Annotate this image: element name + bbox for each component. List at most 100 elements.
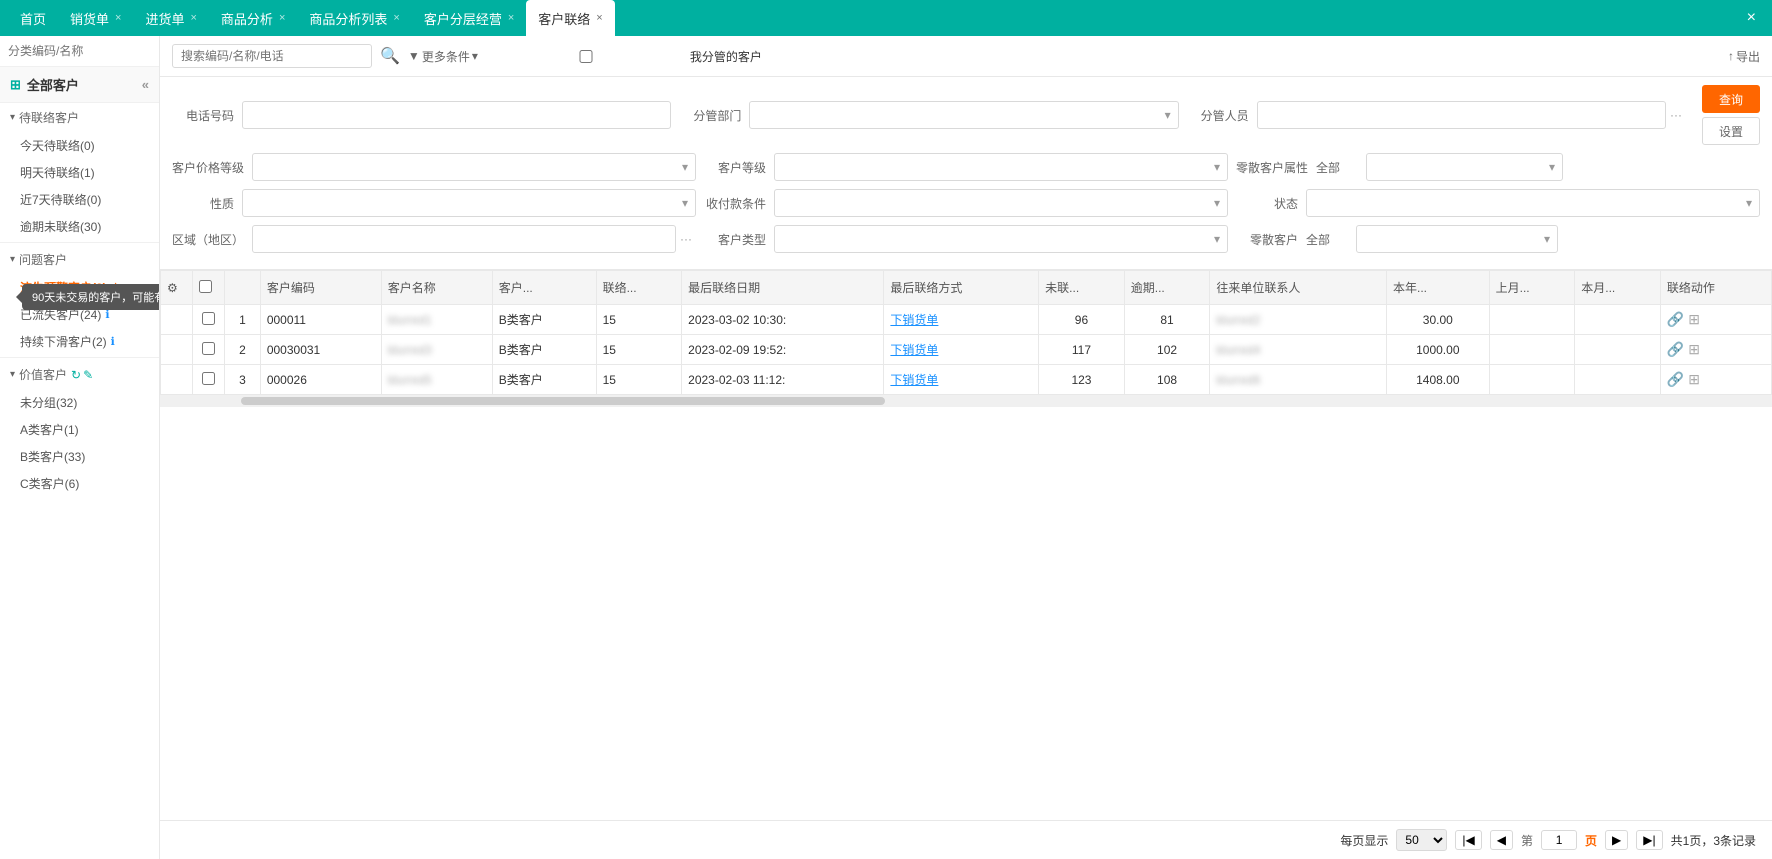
close-sales-tab[interactable]: × — [115, 12, 121, 24]
settings-col-header[interactable]: ⚙ — [161, 271, 193, 305]
this-month-col-header[interactable]: 本月... — [1575, 271, 1661, 305]
nature-select[interactable] — [242, 189, 696, 217]
search-button[interactable]: 🔍 — [380, 46, 400, 66]
person-dots[interactable]: ··· — [1666, 108, 1686, 122]
my-customers-checkbox-label[interactable]: 我分管的客户 — [486, 48, 762, 65]
contact-col-header[interactable]: 联络... — [596, 271, 682, 305]
last-contact-date-col-header[interactable]: 最后联络日期 — [682, 271, 884, 305]
settings-button[interactable]: 设置 — [1702, 117, 1760, 145]
this-year-col-header[interactable]: 本年... — [1386, 271, 1489, 305]
checkbox-col-header[interactable] — [193, 271, 225, 305]
row-checkbox-0[interactable] — [193, 305, 225, 335]
first-page-button[interactable]: |◀ — [1455, 830, 1481, 850]
sidebar-item-churn-risk[interactable]: 流失预警客户(3) ⚠ — [0, 274, 159, 301]
sidebar-item-a-class[interactable]: A类客户(1) — [0, 416, 159, 443]
sidebar-item-tomorrow[interactable]: 明天待联络(1) — [0, 159, 159, 186]
close-purchase-tab[interactable]: × — [190, 12, 196, 24]
row-last-way-1[interactable]: 下销货单 — [884, 335, 1039, 365]
sidebar-group-pending[interactable]: ▾ 待联络客户 — [0, 103, 159, 132]
level-select[interactable] — [774, 153, 1228, 181]
row-checkbox-1[interactable] — [193, 335, 225, 365]
last-month-col-header[interactable]: 上月... — [1489, 271, 1575, 305]
tab-customer-link[interactable]: 客户联络 × — [526, 0, 614, 36]
close-all-tabs[interactable]: × — [1739, 9, 1764, 27]
person-input[interactable] — [1257, 101, 1666, 129]
sidebar-search-input[interactable] — [8, 44, 160, 58]
row-last-way-0[interactable]: 下销货单 — [884, 305, 1039, 335]
last-contact-way-col-header[interactable]: 最后联络方式 — [884, 271, 1039, 305]
action-grid-icon-0[interactable]: ⊞ — [1688, 311, 1700, 328]
tab-purchase[interactable]: 进货单 × — [133, 0, 208, 36]
my-customers-checkbox[interactable] — [486, 50, 686, 63]
sidebar: 🔍 ⊞ 全部客户 « ▾ 待联络客户 今天待联络(0) 明天待联络(1) 近7天… — [0, 36, 160, 859]
type-col-header[interactable]: 客户... — [492, 271, 596, 305]
sidebar-item-week[interactable]: 近7天待联络(0) — [0, 186, 159, 213]
row-checkbox-input-2[interactable] — [202, 372, 215, 385]
close-analysis-list-tab[interactable]: × — [393, 12, 399, 24]
uncontacted-col-header[interactable]: 未联... — [1039, 271, 1125, 305]
row-last-way-2[interactable]: 下销货单 — [884, 365, 1039, 395]
tab-analysis[interactable]: 商品分析 × — [209, 0, 297, 36]
region-dots[interactable]: ··· — [676, 232, 696, 246]
sidebar-item-today[interactable]: 今天待联络(0) — [0, 132, 159, 159]
level-select-wrap — [774, 153, 1228, 181]
edit-icon[interactable]: ✎ — [83, 368, 93, 382]
unit-contact-col-header[interactable]: 往来单位联系人 — [1210, 271, 1387, 305]
more-conditions-button[interactable]: ▼ 更多条件 ▾ — [408, 48, 478, 65]
code-col-header[interactable]: 客户编码 — [260, 271, 381, 305]
prev-page-button[interactable]: ◀ — [1490, 830, 1513, 850]
sidebar-item-declining[interactable]: 持续下滑客户(2) ℹ — [0, 328, 159, 355]
zero-attr-label: 零散客户属性 — [1236, 159, 1316, 176]
status-label: 状态 — [1236, 195, 1306, 212]
close-customer-segment-tab[interactable]: × — [508, 12, 514, 24]
action-grid-icon-2[interactable]: ⊞ — [1688, 371, 1700, 388]
select-all-checkbox[interactable] — [199, 280, 212, 293]
action-link-icon-1[interactable]: 🔗 — [1667, 341, 1684, 358]
overdue-col-header[interactable]: 逾期... — [1124, 271, 1210, 305]
refresh-icon[interactable]: ↻ — [71, 368, 81, 382]
close-analysis-tab[interactable]: × — [279, 12, 285, 24]
row-checkbox-2[interactable] — [193, 365, 225, 395]
zero-attr-select[interactable] — [1366, 153, 1563, 181]
page-number-input[interactable] — [1541, 830, 1577, 850]
dept-select[interactable] — [749, 101, 1178, 129]
tab-customer-segment[interactable]: 客户分层经营 × — [412, 0, 526, 36]
export-button[interactable]: ↑ 导出 — [1728, 48, 1760, 65]
status-select[interactable] — [1306, 189, 1760, 217]
tab-analysis-list[interactable]: 商品分析列表 × — [297, 0, 411, 36]
row-checkbox-input-1[interactable] — [202, 342, 215, 355]
region-input[interactable] — [252, 225, 676, 253]
action-link-icon-0[interactable]: 🔗 — [1667, 311, 1684, 328]
sidebar-item-overdue-pending[interactable]: 逾期未联络(30) — [0, 213, 159, 240]
sidebar-item-churned[interactable]: 已流失客户(24) ℹ — [0, 301, 159, 328]
collapse-icon[interactable]: « — [142, 77, 149, 92]
table-horizontal-scrollbar[interactable] — [160, 395, 1772, 407]
sidebar-item-b-class[interactable]: B类客户(33) — [0, 443, 159, 470]
zero-customer-select[interactable] — [1356, 225, 1558, 253]
filter-status: 状态 — [1236, 189, 1760, 217]
per-page-select[interactable]: 50 20 100 200 — [1396, 829, 1447, 851]
row-code-2: 000026 — [260, 365, 381, 395]
scrollbar-thumb[interactable] — [241, 397, 886, 405]
tab-sales[interactable]: 销货单 × — [58, 0, 133, 36]
next-page-button[interactable]: ▶ — [1605, 830, 1628, 850]
action-grid-icon-1[interactable]: ⊞ — [1688, 341, 1700, 358]
last-page-button[interactable]: ▶| — [1636, 830, 1662, 850]
sidebar-item-c-class[interactable]: C类客户(6) — [0, 470, 159, 497]
search-input[interactable] — [172, 44, 372, 68]
price-level-select[interactable] — [252, 153, 696, 181]
sidebar-group-problem[interactable]: ▾ 问题客户 — [0, 245, 159, 274]
query-button[interactable]: 查询 — [1702, 85, 1760, 113]
action-link-icon-2[interactable]: 🔗 — [1667, 371, 1684, 388]
tab-home[interactable]: 首页 — [8, 0, 58, 36]
sidebar-item-ungroup[interactable]: 未分组(32) — [0, 389, 159, 416]
sidebar-all-customers[interactable]: ⊞ 全部客户 « — [0, 67, 159, 103]
data-table: ⚙ 客户编码 客户名称 客户... 联络... 最后联络日期 最后联络方式 未联… — [160, 270, 1772, 395]
customer-type-select[interactable] — [774, 225, 1228, 253]
payment-select[interactable] — [774, 189, 1228, 217]
phone-input[interactable] — [242, 101, 671, 129]
sidebar-group-value[interactable]: ▾ 价值客户 ↻ ✎ — [0, 360, 159, 389]
name-col-header[interactable]: 客户名称 — [381, 271, 492, 305]
close-customer-link-tab[interactable]: × — [596, 12, 602, 24]
row-checkbox-input-0[interactable] — [202, 312, 215, 325]
